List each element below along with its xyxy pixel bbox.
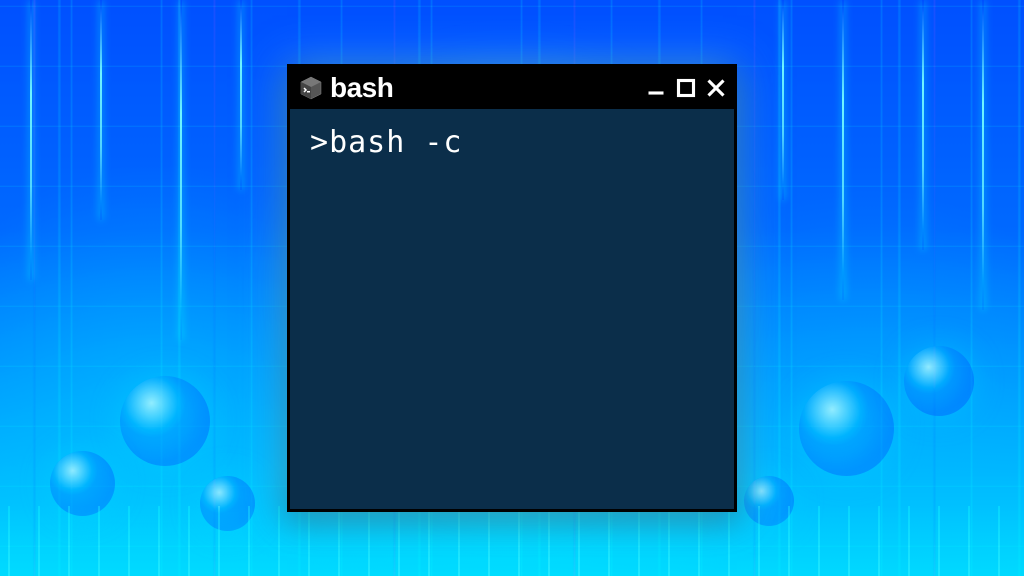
neon-line <box>782 0 784 200</box>
decorative-sphere <box>799 381 894 476</box>
prompt-symbol: > <box>310 125 329 160</box>
terminal-cube-icon <box>298 75 324 101</box>
command-text: bash -c <box>329 125 462 160</box>
decorative-sphere <box>120 376 210 466</box>
decorative-sphere <box>904 346 974 416</box>
neon-line <box>100 0 102 220</box>
terminal-window[interactable]: bash > bash -c <box>287 64 737 512</box>
window-title: bash <box>330 72 393 104</box>
neon-line <box>240 0 242 190</box>
titlebar[interactable]: bash <box>290 67 734 109</box>
maximize-button[interactable] <box>676 78 696 98</box>
neon-line <box>982 0 984 310</box>
close-button[interactable] <box>706 78 726 98</box>
command-line[interactable]: > bash -c <box>310 125 714 160</box>
titlebar-left: bash <box>298 72 393 104</box>
minimize-button[interactable] <box>646 78 666 98</box>
neon-line <box>922 0 924 250</box>
terminal-body[interactable]: > bash -c <box>290 109 734 176</box>
neon-line <box>842 0 844 300</box>
neon-line <box>180 0 182 340</box>
window-controls <box>646 78 726 98</box>
neon-line <box>30 0 32 280</box>
